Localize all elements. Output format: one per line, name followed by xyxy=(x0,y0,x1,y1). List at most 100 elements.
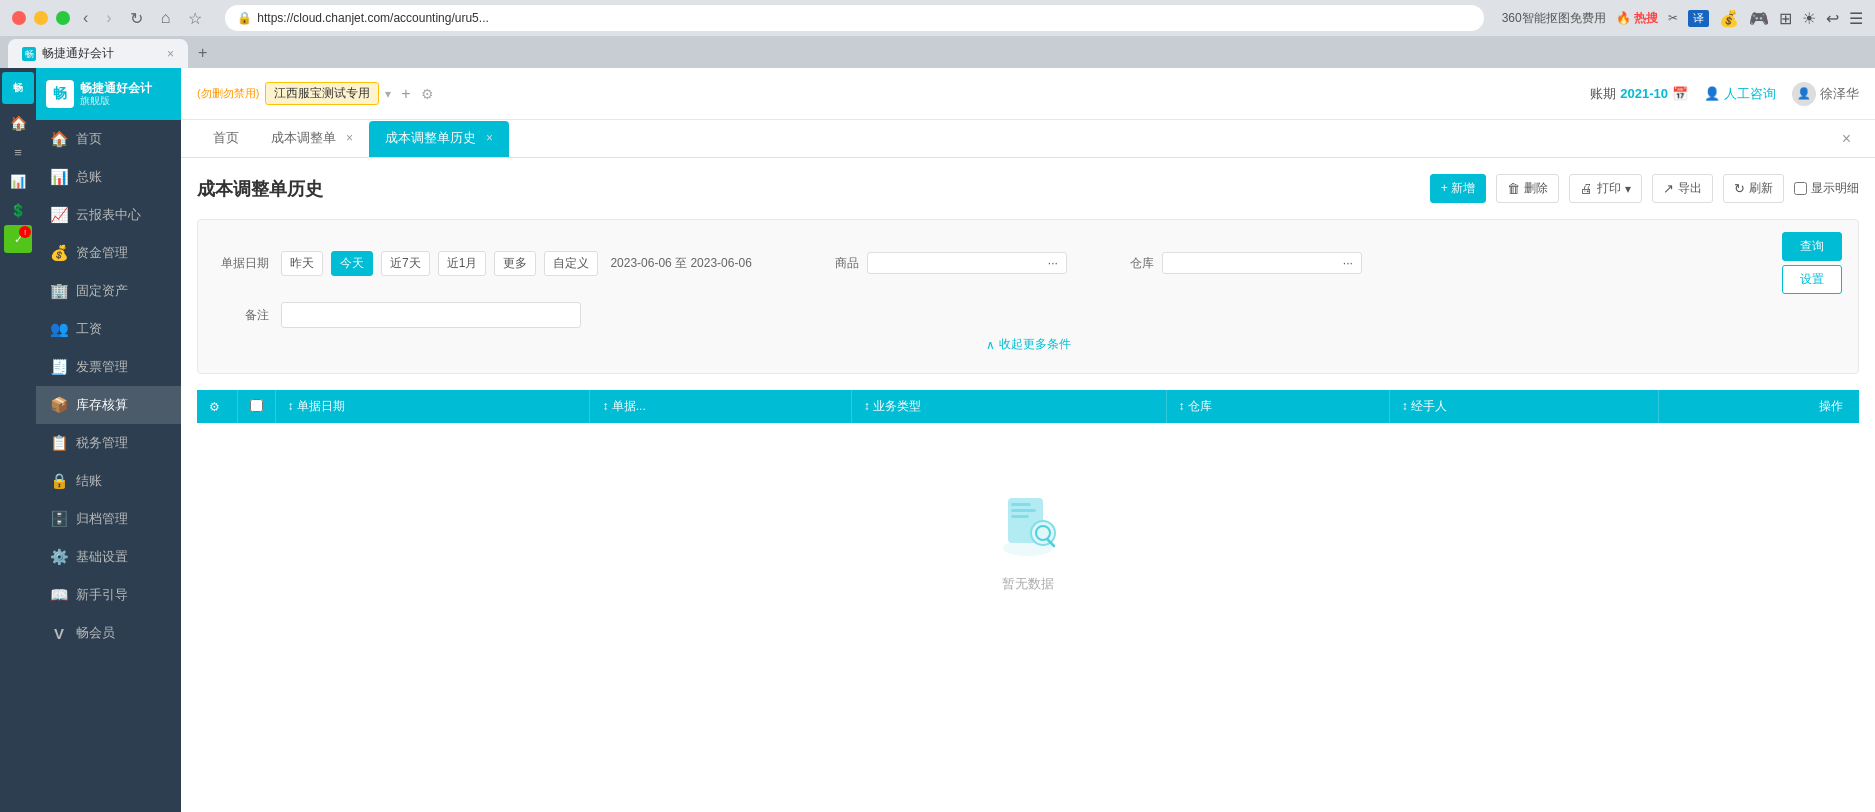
export-btn[interactable]: ↗ 导出 xyxy=(1652,174,1713,203)
tab-favicon: 畅 xyxy=(22,47,36,61)
new-tab-btn[interactable]: + xyxy=(190,38,215,68)
close-all-tabs-btn[interactable]: × xyxy=(1834,128,1859,150)
query-btn[interactable]: 查询 xyxy=(1782,232,1842,261)
rail-home-icon[interactable]: 🏠 xyxy=(4,109,32,137)
tab-home[interactable]: 首页 xyxy=(197,121,255,157)
sidebar-item-archive[interactable]: 🗄️ 归档管理 xyxy=(36,500,181,538)
sidebar-item-salary[interactable]: 👥 工资 xyxy=(36,310,181,348)
sidebar-item-reports[interactable]: 📈 云报表中心 xyxy=(36,196,181,234)
browser-close-btn[interactable] xyxy=(12,11,26,25)
svg-rect-3 xyxy=(1011,509,1036,512)
th-date[interactable]: ↕ 单据日期 xyxy=(275,390,590,423)
th-biz-type[interactable]: ↕ 业务类型 xyxy=(851,390,1166,423)
sidebar-item-tax[interactable]: 📋 税务管理 xyxy=(36,424,181,462)
browser-bookmark-btn[interactable]: ☆ xyxy=(183,7,207,30)
delete-btn[interactable]: 🗑 删除 xyxy=(1496,174,1559,203)
settings-small-icon[interactable]: ⚙ xyxy=(421,86,434,102)
filter-today-btn[interactable]: 今天 xyxy=(331,251,373,276)
browser-max-btn[interactable] xyxy=(56,11,70,25)
tab-home-label: 首页 xyxy=(213,129,239,147)
brightness-icon[interactable]: ☀ xyxy=(1802,9,1816,28)
show-detail-checkbox[interactable]: 显示明细 xyxy=(1794,180,1859,197)
th-biz-type-label: ↕ 业务类型 xyxy=(864,399,921,413)
th-settings[interactable]: ⚙ xyxy=(197,390,237,423)
ledger-nav-icon: 📊 xyxy=(50,168,68,186)
browser-back-btn[interactable]: ‹ xyxy=(78,7,93,29)
tab-cost-adjust-label: 成本调整单 xyxy=(271,129,336,147)
sidebar-item-vip[interactable]: V 畅会员 xyxy=(36,614,181,652)
th-number[interactable]: ↕ 单据... xyxy=(590,390,851,423)
warehouse-label: 仓库 xyxy=(1099,255,1154,272)
tab-cost-adjust-history[interactable]: 成本调整单历史 × xyxy=(369,121,509,157)
column-settings-icon[interactable]: ⚙ xyxy=(209,400,220,414)
th-warehouse-label: ↕ 仓库 xyxy=(1179,399,1212,413)
app-logo-icon: 畅 xyxy=(2,72,34,104)
new-btn[interactable]: + 新增 xyxy=(1430,174,1486,203)
sidebar-item-inventory[interactable]: 📦 库存核算 xyxy=(36,386,181,424)
browser-tab[interactable]: 畅 畅捷通好会计 × xyxy=(8,39,188,68)
account-name[interactable]: 江西服宝测试专用 xyxy=(265,82,379,105)
remark-input[interactable] xyxy=(281,302,581,328)
sidebar-item-fixed[interactable]: 🏢 固定资产 xyxy=(36,272,181,310)
warehouse-select[interactable]: ··· xyxy=(1162,252,1362,274)
filter-last7days-btn[interactable]: 近7天 xyxy=(381,251,430,276)
sidebar-item-funds[interactable]: 💰 资金管理 xyxy=(36,234,181,272)
rail-chart-icon[interactable]: 📊 xyxy=(4,167,32,195)
wallet-icon[interactable]: 💰 xyxy=(1719,9,1739,28)
filter-settings-btn[interactable]: 设置 xyxy=(1782,265,1842,294)
filter-yesterday-btn[interactable]: 昨天 xyxy=(281,251,323,276)
salary-nav-icon: 👥 xyxy=(50,320,68,338)
refresh-btn[interactable]: ↻ 刷新 xyxy=(1723,174,1784,203)
browser-min-btn[interactable] xyxy=(34,11,48,25)
header-right: 账期 2021-10 📅 👤 人工咨询 👤 徐泽华 xyxy=(1590,82,1859,106)
undo-icon[interactable]: ↩ xyxy=(1826,9,1839,28)
sidebar-item-settings[interactable]: ⚙️ 基础设置 xyxy=(36,538,181,576)
home-nav-icon: 🏠 xyxy=(50,130,68,148)
sidebar-item-guide[interactable]: 📖 新手引导 xyxy=(36,576,181,614)
add-account-btn[interactable]: + xyxy=(397,83,414,105)
print-btn[interactable]: 🖨 打印 ▾ xyxy=(1569,174,1642,203)
th-warehouse[interactable]: ↕ 仓库 xyxy=(1166,390,1389,423)
period-selector[interactable]: 账期 2021-10 📅 xyxy=(1590,85,1688,103)
nav-ledger-label: 总账 xyxy=(76,168,102,186)
account-tag: (勿删勿禁用) 江西服宝测试专用 ▾ + ⚙ xyxy=(197,82,434,105)
user-menu[interactable]: 👤 徐泽华 xyxy=(1792,82,1859,106)
sidebar-item-home[interactable]: 🏠 首页 xyxy=(36,120,181,158)
period-value: 2021-10 xyxy=(1620,86,1668,101)
date-filter-btns: 昨天 今天 近7天 近1月 更多 自定义 2023-06-06 至 2023-0… xyxy=(281,251,752,276)
show-detail-input[interactable] xyxy=(1794,182,1807,195)
tab-cost-adjust-close[interactable]: × xyxy=(346,131,353,145)
rail-fund-icon[interactable]: 💲 xyxy=(4,196,32,224)
browser-forward-btn[interactable]: › xyxy=(101,7,116,29)
grid-icon[interactable]: ⊞ xyxy=(1779,9,1792,28)
th-checkbox[interactable] xyxy=(237,390,275,423)
invoice-nav-icon: 🧾 xyxy=(50,358,68,376)
tab-cost-adjust-history-close[interactable]: × xyxy=(486,131,493,145)
content-tabs: 首页 成本调整单 × 成本调整单历史 × × xyxy=(181,120,1875,158)
account-dropdown-icon[interactable]: ▾ xyxy=(385,87,391,101)
select-all-checkbox[interactable] xyxy=(250,399,263,412)
menu-icon[interactable]: ☰ xyxy=(1849,9,1863,28)
filter-more-btn[interactable]: 更多 xyxy=(494,251,536,276)
sidebar-item-closing[interactable]: 🔒 结账 xyxy=(36,462,181,500)
scissors-icon[interactable]: ✂ xyxy=(1668,11,1678,25)
sidebar-item-invoice[interactable]: 🧾 发票管理 xyxy=(36,348,181,386)
th-operator[interactable]: ↕ 经手人 xyxy=(1389,390,1658,423)
address-bar[interactable]: 🔒 https://cloud.chanjet.com/accounting/u… xyxy=(225,5,1483,31)
tab-cost-adjust[interactable]: 成本调整单 × xyxy=(255,121,369,157)
game-icon[interactable]: 🎮 xyxy=(1749,9,1769,28)
rail-ledger-icon[interactable]: ≡ xyxy=(4,138,32,166)
calendar-icon[interactable]: 📅 xyxy=(1672,86,1688,101)
service-btn[interactable]: 👤 人工咨询 xyxy=(1704,85,1776,103)
tab-close-icon[interactable]: × xyxy=(167,47,174,61)
filter-custom-btn[interactable]: 自定义 xyxy=(544,251,598,276)
username-text: 徐泽华 xyxy=(1820,85,1859,103)
collapse-btn[interactable]: ∧ 收起更多条件 xyxy=(986,336,1071,353)
browser-home-btn[interactable]: ⌂ xyxy=(156,7,176,29)
translate-icon[interactable]: 译 xyxy=(1688,10,1709,27)
sidebar-item-ledger[interactable]: 📊 总账 xyxy=(36,158,181,196)
browser-reload-btn[interactable]: ↻ xyxy=(125,7,148,30)
rail-active-icon[interactable]: ✓ ! xyxy=(4,225,32,253)
product-select[interactable]: ··· xyxy=(867,252,1067,274)
filter-last1month-btn[interactable]: 近1月 xyxy=(438,251,487,276)
